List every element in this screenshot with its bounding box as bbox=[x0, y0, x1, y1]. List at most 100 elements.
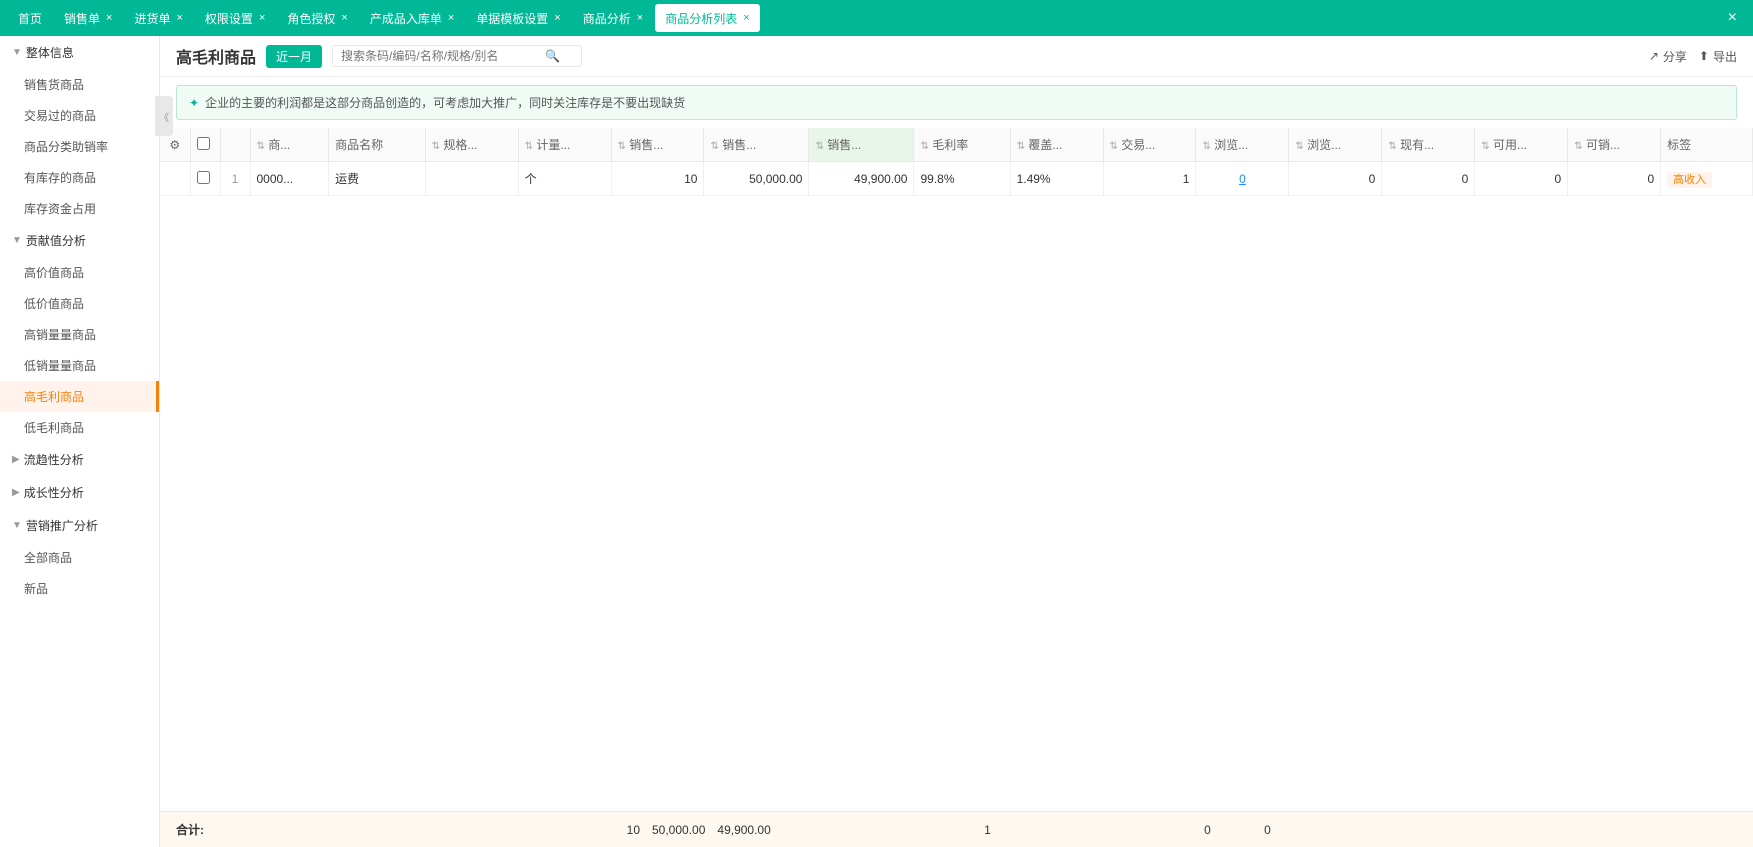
sidebar-item-high-value[interactable]: 高价值商品 bbox=[0, 257, 159, 288]
sort-icon-browse2: ⇅ bbox=[1295, 141, 1303, 152]
sidebar-item-analysis-rate[interactable]: 商品分类助销率 bbox=[0, 131, 159, 162]
nav-analysis-list-close[interactable]: × bbox=[743, 12, 749, 24]
content-area: 高毛利商品 近一月 🔍 ↗ 分享 ⬆ 导出 ✦ 企业的主要的利润都是这部分商品创… bbox=[160, 36, 1753, 847]
arrow-down-icon-2: ▼ bbox=[12, 235, 22, 246]
search-input[interactable] bbox=[341, 49, 541, 63]
th-browse1[interactable]: ⇅ 浏览... bbox=[1196, 128, 1289, 162]
td-saleable: 0 bbox=[1568, 162, 1661, 196]
sidebar-item-traded-goods[interactable]: 交易过的商品 bbox=[0, 100, 159, 131]
footer-empty1 bbox=[246, 823, 586, 837]
nav-templates-close[interactable]: × bbox=[554, 12, 560, 24]
sidebar-item-low-value[interactable]: 低价值商品 bbox=[0, 288, 159, 319]
sidebar-item-high-volume[interactable]: 高销量量商品 bbox=[0, 319, 159, 350]
filter-recent-month[interactable]: 近一月 bbox=[266, 45, 322, 68]
th-transaction[interactable]: ⇅ 交易... bbox=[1103, 128, 1196, 162]
nav-purchase[interactable]: 进货单 × bbox=[124, 4, 192, 32]
sidebar-item-low-volume[interactable]: 低销量量商品 bbox=[0, 350, 159, 381]
th-sales-profit[interactable]: ⇅ 销售... bbox=[809, 128, 914, 162]
share-btn[interactable]: ↗ 分享 bbox=[1649, 48, 1687, 65]
th-margin-rate[interactable]: ⇅ 毛利率 bbox=[914, 128, 1010, 162]
nav-permissions[interactable]: 权限设置 × bbox=[195, 4, 275, 32]
arrow-right-icon: ▶ bbox=[12, 454, 20, 465]
footer-empty5 bbox=[1077, 823, 1157, 837]
nav-purchase-close[interactable]: × bbox=[176, 12, 182, 24]
nav-analysis[interactable]: 商品分析 × bbox=[573, 4, 653, 32]
sidebar-item-high-margin[interactable]: 高毛利商品 bbox=[0, 381, 159, 412]
nav-analysis-close[interactable]: × bbox=[637, 12, 643, 24]
nav-home[interactable]: 首页 bbox=[8, 4, 52, 32]
sort-icon-coverage: ⇅ bbox=[1017, 141, 1025, 152]
nav-analysis-list[interactable]: 商品分析列表 × bbox=[655, 4, 759, 32]
footer-totals: 合计: 10 50,000.00 49,900.00 1 0 0 bbox=[160, 811, 1753, 847]
sort-icon-saleable: ⇅ bbox=[1574, 141, 1582, 152]
sidebar: ▼ 整体信息 销售货商品 交易过的商品 商品分类助销率 有库存的商品 库存资金占… bbox=[0, 36, 160, 847]
sidebar-group-overview[interactable]: ▼ 整体信息 bbox=[0, 36, 159, 69]
th-name[interactable]: 商品名称 bbox=[329, 128, 426, 162]
page-title: 高毛利商品 bbox=[176, 44, 256, 68]
th-available1[interactable]: ⇅ 现有... bbox=[1382, 128, 1475, 162]
top-navigation: 首页 销售单 × 进货单 × 权限设置 × 角色授权 × 产成品入库单 × 单据… bbox=[0, 0, 1753, 36]
td-browse1: 0 bbox=[1196, 162, 1289, 196]
sort-icon-margin: ⇅ bbox=[920, 141, 928, 152]
th-coverage[interactable]: ⇅ 覆盖... bbox=[1010, 128, 1103, 162]
nav-templates[interactable]: 单据模板设置 × bbox=[466, 4, 570, 32]
sidebar-item-stock-goods[interactable]: 有库存的商品 bbox=[0, 162, 159, 193]
arrow-down-icon: ▼ bbox=[12, 47, 22, 58]
td-unit: 个 bbox=[518, 162, 611, 196]
sidebar-item-sales-goods[interactable]: 销售货商品 bbox=[0, 69, 159, 100]
footer-empty4 bbox=[997, 823, 1077, 837]
th-saleable[interactable]: ⇅ 可销... bbox=[1568, 128, 1661, 162]
th-sales-qty[interactable]: ⇅ 销售... bbox=[611, 128, 704, 162]
td-transaction: 1 bbox=[1103, 162, 1196, 196]
th-sales-amount[interactable]: ⇅ 销售... bbox=[704, 128, 809, 162]
search-box[interactable]: 🔍 bbox=[332, 45, 582, 67]
th-unit[interactable]: ⇅ 计量... bbox=[518, 128, 611, 162]
sort-icon-spec: ⇅ bbox=[432, 141, 440, 152]
th-spec[interactable]: ⇅ 规格... bbox=[425, 128, 518, 162]
header-actions: ↗ 分享 ⬆ 导出 bbox=[1649, 48, 1737, 65]
info-icon: ✦ bbox=[189, 96, 199, 110]
sidebar-item-all-goods[interactable]: 全部商品 bbox=[0, 542, 159, 573]
sidebar-item-low-margin[interactable]: 低毛利商品 bbox=[0, 412, 159, 443]
nav-roles[interactable]: 角色授权 × bbox=[277, 4, 357, 32]
close-all-tabs[interactable]: × bbox=[1720, 9, 1745, 27]
sidebar-item-new-goods[interactable]: 新品 bbox=[0, 573, 159, 604]
sidebar-item-stock-capital[interactable]: 库存资金占用 bbox=[0, 193, 159, 224]
sort-icon-profit: ⇅ bbox=[815, 141, 823, 152]
sidebar-group-growth[interactable]: ▶ 成长性分析 bbox=[0, 476, 159, 509]
export-icon: ⬆ bbox=[1699, 49, 1709, 63]
sidebar-group-finances[interactable]: ▼ 贡献值分析 bbox=[0, 224, 159, 257]
export-btn[interactable]: ⬆ 导出 bbox=[1699, 48, 1737, 65]
select-all-checkbox[interactable] bbox=[197, 137, 210, 150]
nav-roles-close[interactable]: × bbox=[341, 12, 347, 24]
footer-sales-qty: 10 bbox=[586, 823, 646, 837]
th-tag[interactable]: 标签 bbox=[1661, 128, 1753, 162]
nav-permissions-close[interactable]: × bbox=[259, 12, 265, 24]
td-margin-rate: 99.8% bbox=[914, 162, 1010, 196]
nav-sales-close[interactable]: × bbox=[106, 12, 112, 24]
th-available2[interactable]: ⇅ 可用... bbox=[1475, 128, 1568, 162]
td-name: 运费 bbox=[329, 162, 426, 196]
th-browse2[interactable]: ⇅ 浏览... bbox=[1289, 128, 1382, 162]
nav-sales[interactable]: 销售单 × bbox=[54, 4, 122, 32]
th-checkbox bbox=[190, 128, 220, 162]
td-checkbox bbox=[190, 162, 220, 196]
nav-products[interactable]: 产成品入库单 × bbox=[360, 4, 464, 32]
td-seq: 1 bbox=[220, 162, 250, 196]
sort-icon-unit: ⇅ bbox=[525, 141, 533, 152]
sidebar-group-trends[interactable]: ▶ 流趋性分析 bbox=[0, 443, 159, 476]
sidebar-collapse-btn[interactable]: 《 bbox=[155, 96, 173, 136]
row-checkbox[interactable] bbox=[197, 171, 210, 184]
td-sales-profit: 49,900.00 bbox=[809, 162, 914, 196]
collapse-icon: 《 bbox=[159, 109, 169, 124]
th-code[interactable]: ⇅ 商... bbox=[250, 128, 329, 162]
sidebar-group-marketing[interactable]: ▼ 营销推广分析 bbox=[0, 509, 159, 542]
nav-products-close[interactable]: × bbox=[448, 12, 454, 24]
table-row: 1 0000... 运费 个 bbox=[160, 162, 1753, 196]
footer-empty2 bbox=[777, 823, 857, 837]
footer-available1: 0 bbox=[1157, 823, 1217, 837]
search-icon[interactable]: 🔍 bbox=[545, 49, 560, 63]
settings-icon[interactable]: ⚙ bbox=[169, 138, 180, 152]
td-sales-qty: 10 bbox=[611, 162, 704, 196]
footer-empty3 bbox=[857, 823, 937, 837]
